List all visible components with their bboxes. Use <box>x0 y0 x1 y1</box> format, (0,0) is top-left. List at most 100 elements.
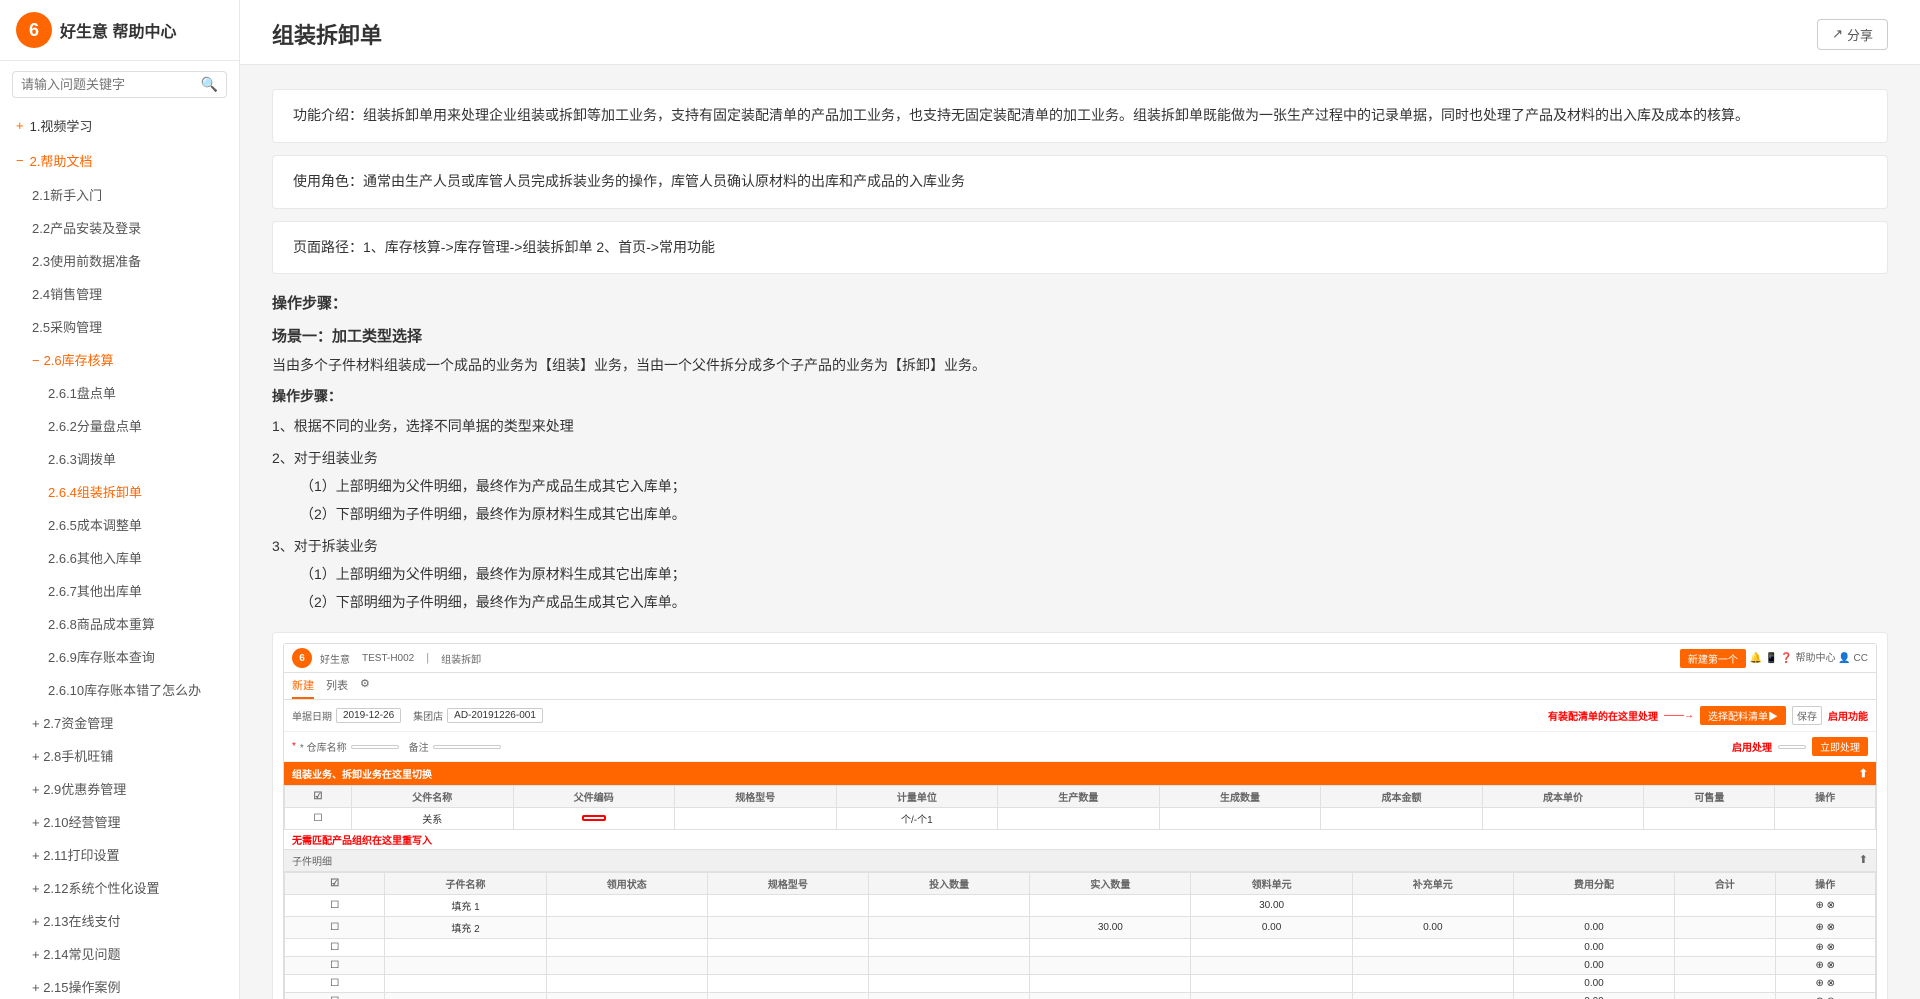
mock-orange-bar: 组装业务、拆卸业务在这里切换 ⬆ <box>284 762 1876 785</box>
logo-icon: 6 <box>16 12 52 48</box>
mock-save-btn[interactable]: 保存 <box>1792 706 1822 725</box>
sidebar-item-2-14[interactable]: + 2.14常见问题 <box>0 937 239 970</box>
mock-confirm-btn[interactable]: 立即处理 <box>1812 737 1868 756</box>
intro-text: 功能介绍：组装拆卸单用来处理企业组装或拆卸等加工业务，支持有固定装配清单的产品加… <box>293 107 1749 123</box>
mock-th-prod-qty: 生产数量 <box>998 786 1160 808</box>
mock-th-available: 可售量 <box>1644 786 1775 808</box>
mock-logo: 6 <box>292 648 312 668</box>
intro-block: 功能介绍：组装拆卸单用来处理企业组装或拆卸等加工业务，支持有固定装配清单的产品加… <box>272 89 1888 143</box>
mock-td-avail <box>1644 808 1775 830</box>
mock-lth-pick-unit: 领料单元 <box>1191 873 1352 895</box>
step3-sub2: （2）下部明细为子件明细，最终作为产成品生成其它入库单。 <box>272 588 1888 616</box>
mock-lth-actual-qty: 实入数量 <box>1030 873 1191 895</box>
sidebar-item-docs[interactable]: − 2.帮助文档 <box>0 143 239 178</box>
scenario1-title: 场景一：加工类型选择 <box>272 325 1888 346</box>
mock-tab-detail[interactable]: ⚙ <box>360 673 370 699</box>
sidebar-item-2-6-8[interactable]: 2.6.8商品成本重算 <box>0 607 239 640</box>
sidebar-item-2-6-10[interactable]: 2.6.10库存账本错了怎么办 <box>0 673 239 706</box>
sidebar-item-2-9[interactable]: + 2.9优惠券管理 <box>0 772 239 805</box>
annotation3-text: 启用功能 <box>1828 708 1868 723</box>
sidebar-item-2-5[interactable]: 2.5采购管理 <box>0 310 239 343</box>
mock-assembly-value[interactable]: AD-20191226-001 <box>447 708 543 723</box>
sidebar-item-2-12[interactable]: + 2.12系统个性化设置 <box>0 871 239 904</box>
sidebar-item-2-7[interactable]: + 2.7资金管理 <box>0 706 239 739</box>
share-button[interactable]: ↗ 分享 <box>1817 19 1888 50</box>
mock-th-gen-qty: 生成数量 <box>1159 786 1321 808</box>
sidebar-item-2-8[interactable]: + 2.8手机旺铺 <box>0 739 239 772</box>
sidebar-item-2-4[interactable]: 2.4销售管理 <box>0 277 239 310</box>
sidebar-item-2-11[interactable]: + 2.11打印设置 <box>0 838 239 871</box>
mock-lth-status: 领用状态 <box>546 873 707 895</box>
sidebar-item-2-6-7[interactable]: 2.6.7其他出库单 <box>0 574 239 607</box>
sidebar: 6 好生意 帮助中心 🔍 + 1.视频学习 − 2.帮助文档 2.1新手入门 2… <box>0 0 240 999</box>
sidebar-item-2-3[interactable]: 2.3使用前数据准备 <box>0 244 239 277</box>
mock-td-cost-pr <box>1482 808 1644 830</box>
sidebar-item-2-6-2[interactable]: 2.6.2分量盘点单 <box>0 409 239 442</box>
mock-td-prod <box>998 808 1160 830</box>
mock-date-value[interactable]: 2019-12-26 <box>336 708 401 723</box>
mock-remark-label: 备注 <box>409 739 429 754</box>
mock-lth-spec: 规格型号 <box>707 873 868 895</box>
search-box[interactable]: 🔍 <box>12 71 227 98</box>
sidebar-item-2-15[interactable]: + 2.15操作案例 <box>0 970 239 999</box>
mock-form-row2: * * 仓库名称 备注 启用处理 立即处理 <box>284 732 1876 762</box>
sidebar-nav: + 1.视频学习 − 2.帮助文档 2.1新手入门 2.2产品安装及登录 2.3… <box>0 108 239 999</box>
sidebar-item-2-2[interactable]: 2.2产品安装及登录 <box>0 211 239 244</box>
sidebar-item-2-10[interactable]: + 2.10经营管理 <box>0 805 239 838</box>
share-icon: ↗ <box>1832 26 1843 42</box>
sidebar-item-2-6-9[interactable]: 2.6.9库存账本查询 <box>0 640 239 673</box>
sidebar-item-2-6-4[interactable]: 2.6.4组装拆卸单 <box>0 475 239 508</box>
mock-enable-input[interactable] <box>1778 745 1806 749</box>
mock-select-bom-btn[interactable]: 选择配料清单▶ <box>1700 706 1786 725</box>
mock-th-spec: 规格型号 <box>675 786 837 808</box>
collapse-icon: − <box>16 153 24 168</box>
mock-lower-row-3: ☐0.00⊕ ⊗ <box>285 939 1876 957</box>
mock-th-code: 父件编码 <box>513 786 675 808</box>
mock-td-name: 关系 <box>351 808 513 830</box>
mock-breadcrumb: 组装拆卸 <box>441 651 481 666</box>
mock-th-cost-amount: 成本金额 <box>1321 786 1483 808</box>
mock-lower-table-wrapper: ☑ 子件名称 领用状态 规格型号 投入数量 实入数量 领料单元 补充单元 费用分… <box>284 872 1876 999</box>
content-area: 功能介绍：组装拆卸单用来处理企业组装或拆卸等加工业务，支持有固定装配清单的产品加… <box>240 65 1920 999</box>
sidebar-item-2-6-3[interactable]: 2.6.3调拨单 <box>0 442 239 475</box>
sidebar-item-2-6[interactable]: −2.6库存核算 <box>0 343 239 376</box>
sidebar-item-2-6-6[interactable]: 2.6.6其他入库单 <box>0 541 239 574</box>
role-block: 使用角色：通常由生产人员或库管人员完成拆装业务的操作，库管人员确认原材料的出库和… <box>272 155 1888 209</box>
mock-lth-cost-alloc: 费用分配 <box>1513 873 1674 895</box>
share-label: 分享 <box>1847 25 1873 44</box>
step2: 2、对于组装业务 <box>272 444 1888 472</box>
step2-sub1: （1）上部明细为父件明细，最终作为产成品生成其它入库单； <box>272 472 1888 500</box>
mock-tab-list[interactable]: 列表 <box>326 673 348 699</box>
mock-th-ops: 操作 <box>1775 786 1876 808</box>
mock-remark-input[interactable] <box>433 745 501 749</box>
mock-lth-total: 合计 <box>1675 873 1775 895</box>
mock-upper-table: ☑ 父件名称 父件编码 规格型号 计量单位 生产数量 生成数量 成本金额 成本单… <box>284 785 1876 830</box>
sidebar-item-2-6-1[interactable]: 2.6.1盘点单 <box>0 376 239 409</box>
sidebar-item-label: 1.视频学习 <box>30 116 93 135</box>
sidebar-item-2-1[interactable]: 2.1新手入门 <box>0 178 239 211</box>
mock-td-check: ☐ <box>285 808 352 830</box>
annotation6-text: 无需匹配产品组织在这里重写入 <box>292 836 432 847</box>
sidebar-item-video[interactable]: + 1.视频学习 <box>0 108 239 143</box>
mock-warehouse-label: * 仓库名称 <box>300 739 347 754</box>
mock-lower-row-6: ☐0.00⊕ ⊗ <box>285 993 1876 999</box>
mock-tab-new[interactable]: 新建 <box>292 673 314 699</box>
mock-new-btn[interactable]: 新建第一个 <box>1680 649 1746 668</box>
search-icon[interactable]: 🔍 <box>201 76 218 93</box>
mock-lower-row-5: ☐0.00⊕ ⊗ <box>285 975 1876 993</box>
mock-lower-row-2: ☐填充 230.000.000.000.00⊕ ⊗ <box>285 917 1876 939</box>
mock-remark-field: 备注 <box>409 739 501 754</box>
mock-th-cost-price: 成本单价 <box>1482 786 1644 808</box>
mock-lower-row-4: ☐0.00⊕ ⊗ <box>285 957 1876 975</box>
annotation5-text: 启用处理 <box>1732 739 1772 754</box>
mock-date-label: 单据日期 <box>292 708 332 723</box>
mock-lower-bar: 子件明细 ⬆ <box>284 849 1876 872</box>
mock-expand-icon[interactable]: ⬆ <box>1859 767 1868 780</box>
step3-sub1: （1）上部明细为父件明细，最终作为原材料生成其它出库单； <box>272 560 1888 588</box>
search-input[interactable] <box>21 77 201 92</box>
sidebar-item-2-13[interactable]: + 2.13在线支付 <box>0 904 239 937</box>
mock-warehouse-input[interactable] <box>351 745 399 749</box>
sidebar-item-2-6-5[interactable]: 2.6.5成本调整单 <box>0 508 239 541</box>
mock-required-star: * <box>292 741 296 752</box>
main-header: 组装拆卸单 ↗ 分享 <box>240 0 1920 65</box>
